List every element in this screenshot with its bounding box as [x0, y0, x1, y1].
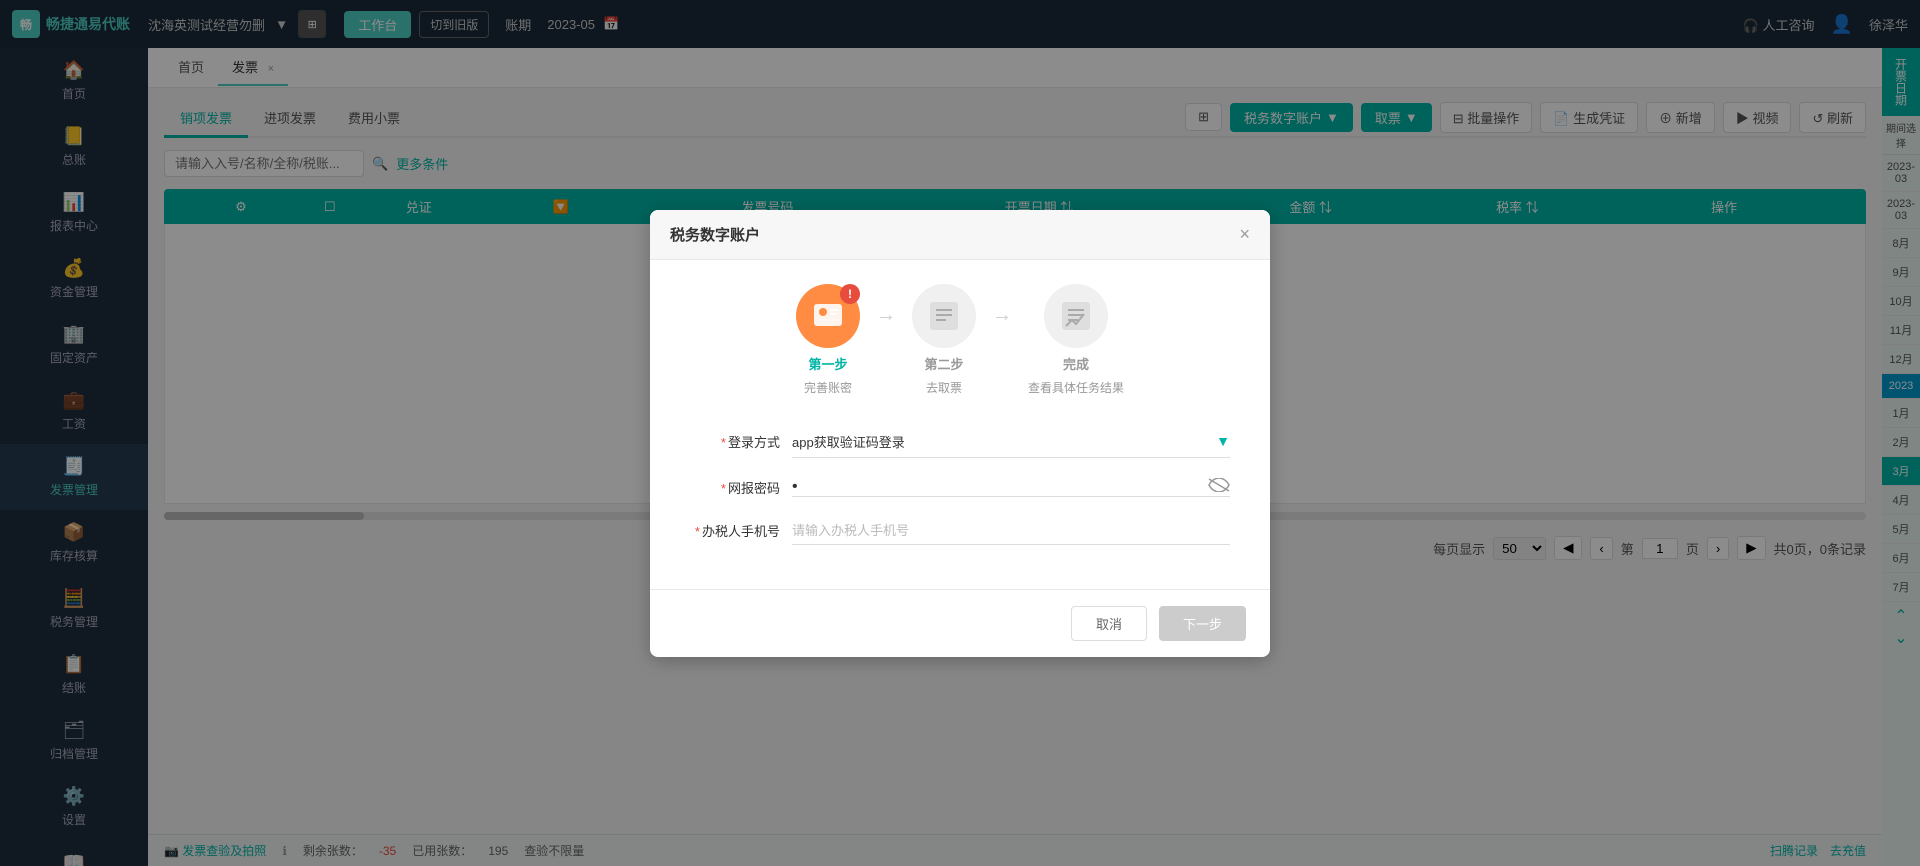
form-row-login: 登录方式 app获取验证码登录 ▼: [690, 426, 1230, 458]
login-method-select[interactable]: app获取验证码登录 ▼: [792, 426, 1230, 458]
dialog-form: 登录方式 app获取验证码登录 ▼ 网报密码 •: [690, 426, 1230, 545]
step-2-desc: 去取票: [926, 379, 962, 396]
step-2-circle: [912, 284, 976, 348]
dialog-title: 税务数字账户: [670, 224, 760, 245]
login-method-value: app获取验证码登录: [792, 432, 905, 451]
step-2: 第二步 去取票: [912, 284, 976, 396]
step-1-svg: [810, 298, 846, 334]
step-2-icon-wrap: [912, 284, 976, 348]
step-1-desc: 完善账密: [804, 379, 852, 396]
step-1-badge: !: [840, 284, 860, 304]
step-3-title: 完成: [1063, 354, 1089, 373]
step-1: ! 第一步 完善账密: [796, 284, 860, 396]
cancel-btn[interactable]: 取消: [1071, 606, 1147, 641]
phone-input[interactable]: [792, 517, 1230, 545]
dialog-footer: 取消 下一步: [650, 589, 1270, 657]
password-label: 网报密码: [690, 478, 780, 497]
dialog-close-btn[interactable]: ×: [1239, 224, 1250, 245]
login-method-label: 登录方式: [690, 432, 780, 451]
next-btn[interactable]: 下一步: [1159, 606, 1246, 641]
step-1-icon-wrap: !: [796, 284, 860, 348]
form-row-password: 网报密码 •: [690, 478, 1230, 497]
dialog: 税务数字账户 ×: [650, 210, 1270, 657]
eye-toggle-icon[interactable]: [1208, 478, 1230, 495]
login-method-arrow-icon: ▼: [1216, 433, 1230, 449]
dialog-body: ! 第一步 完善账密 →: [650, 260, 1270, 589]
dialog-overlay[interactable]: 税务数字账户 ×: [0, 0, 1920, 866]
step-3: 完成 查看具体任务结果: [1028, 284, 1124, 396]
phone-label: 办税人手机号: [690, 521, 780, 540]
step-arrow-1: →: [876, 284, 896, 327]
step-3-desc: 查看具体任务结果: [1028, 379, 1124, 396]
step-3-circle: [1044, 284, 1108, 348]
form-row-phone: 办税人手机号: [690, 517, 1230, 545]
steps: ! 第一步 完善账密 →: [690, 284, 1230, 396]
password-dot: •: [792, 478, 1208, 496]
password-input-wrap: •: [792, 478, 1230, 497]
step-arrow-2: →: [992, 284, 1012, 327]
dialog-header: 税务数字账户 ×: [650, 210, 1270, 260]
step-2-title: 第二步: [924, 354, 963, 373]
step-3-icon-wrap: [1044, 284, 1108, 348]
step-2-svg: [926, 298, 962, 334]
step-1-title: 第一步: [808, 354, 847, 373]
step-3-svg: [1058, 298, 1094, 334]
